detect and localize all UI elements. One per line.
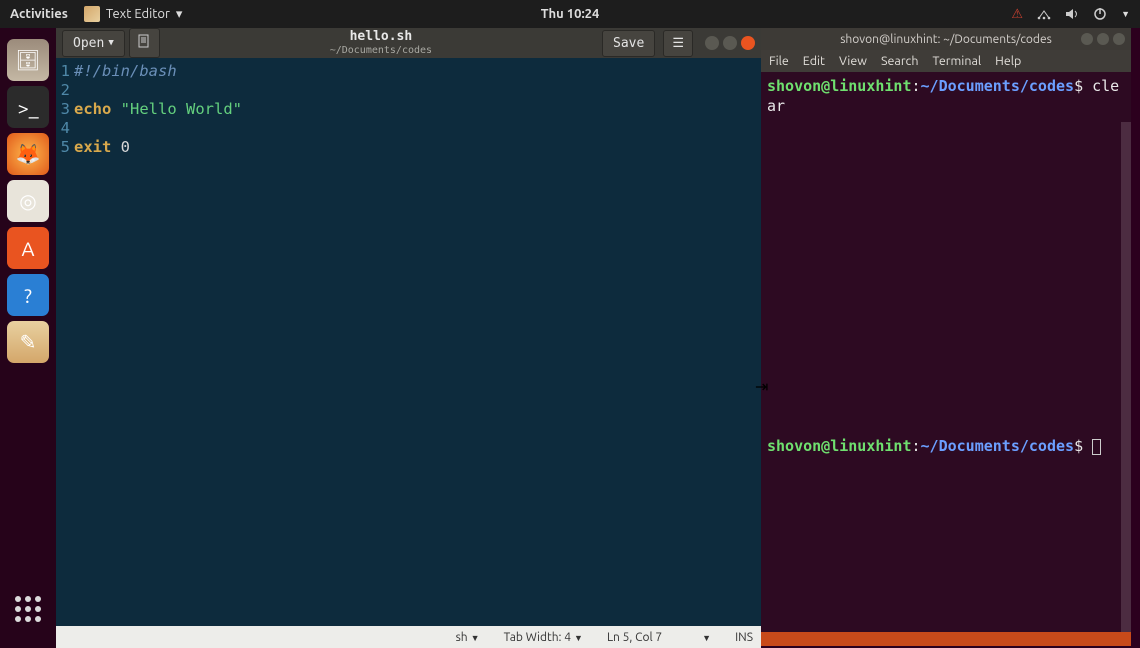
maximize-button[interactable]: [1097, 33, 1109, 45]
volume-icon: [1065, 7, 1079, 22]
warning-icon: ⚠: [1011, 7, 1023, 22]
system-tray[interactable]: ⚠ ▼: [1011, 7, 1130, 22]
menu-file[interactable]: File: [769, 54, 789, 68]
prompt-path: ~/Documents/codes: [921, 77, 1075, 95]
line-number: 5: [56, 138, 74, 157]
chevron-down-icon: ▾: [176, 7, 183, 22]
menu-view[interactable]: View: [839, 54, 867, 68]
line-number: 2: [56, 81, 74, 100]
top-panel: Activities Text Editor ▾ Thu 10:24 ⚠ ▼: [0, 0, 1140, 28]
code-line: 2: [56, 81, 761, 100]
open-button[interactable]: Open ▼: [62, 30, 125, 57]
menu-help[interactable]: Help: [995, 54, 1021, 68]
title-area: hello.sh ~/Documents/codes: [160, 30, 602, 55]
minimize-button[interactable]: [705, 36, 719, 50]
line-number: 3: [56, 100, 74, 119]
prompt-path: ~/Documents/codes: [921, 437, 1075, 455]
launcher-files[interactable]: 🗄: [7, 39, 49, 81]
line-number: 4: [56, 119, 74, 138]
app-menu-label: Text Editor: [106, 7, 170, 21]
line-number: 1: [56, 62, 74, 81]
close-button[interactable]: [741, 36, 755, 50]
open-label: Open: [73, 36, 104, 51]
code-line: 5exit 0: [56, 138, 761, 157]
text-editor-window: Open ▼ hello.sh ~/Documents/codes Save ☰…: [56, 28, 761, 648]
chevron-down-icon: ▼: [108, 38, 113, 48]
code-content: echo "Hello World": [74, 100, 242, 119]
terminal-line: ar: [767, 96, 1125, 116]
network-icon: [1037, 7, 1051, 22]
launcher-firefox[interactable]: 🦊: [7, 133, 49, 175]
code-content: exit 0: [74, 138, 130, 157]
launcher-help[interactable]: ?: [7, 274, 49, 316]
code-line: 1#!/bin/bash: [56, 62, 761, 81]
hamburger-icon: ☰: [672, 36, 684, 51]
terminal-cursor: [1092, 439, 1101, 455]
grid-icon: [15, 596, 41, 622]
terminal-body[interactable]: shovon@linuxhint:~/Documents/codes$ cle …: [761, 72, 1131, 646]
app-menu[interactable]: Text Editor ▾: [84, 6, 183, 22]
editor-headerbar: Open ▼ hello.sh ~/Documents/codes Save ☰: [56, 28, 761, 58]
save-button[interactable]: Save: [602, 30, 655, 57]
minimize-button[interactable]: [1081, 33, 1093, 45]
dock: 🗄 >_ 🦊 ◎ A? ✎: [0, 28, 56, 648]
filename: hello.sh: [160, 30, 602, 44]
maximize-button[interactable]: [723, 36, 737, 50]
app-menu-icon: [84, 6, 100, 22]
tabwidth-selector[interactable]: Tab Width: 4▼: [504, 631, 583, 644]
launcher-gedit[interactable]: ✎: [7, 321, 49, 363]
menu-edit[interactable]: Edit: [803, 54, 825, 68]
launcher-software[interactable]: A: [7, 227, 49, 269]
code-line: 3echo "Hello World": [56, 100, 761, 119]
terminal-line: shovon@linuxhint:~/Documents/codes$ cle: [767, 76, 1125, 96]
menu-search[interactable]: Search: [881, 54, 919, 68]
clock[interactable]: Thu 10:24: [541, 7, 600, 21]
terminal-command: cle: [1083, 77, 1119, 95]
show-apps-button[interactable]: [7, 588, 49, 630]
terminal-titlebar: shovon@linuxhint: ~/Documents/codes: [761, 28, 1131, 50]
resize-cursor-icon: ⇥: [755, 377, 768, 396]
document-icon: [138, 34, 151, 52]
prompt-user: shovon@linuxhint: [767, 77, 912, 95]
new-document-button[interactable]: [129, 28, 160, 58]
code-line: 4: [56, 119, 761, 138]
cursor-position[interactable]: Ln 5, Col 7▼: [607, 631, 711, 644]
terminal-menubar: File Edit View Search Terminal Help: [761, 50, 1131, 72]
insert-mode[interactable]: INS: [735, 631, 753, 644]
filepath: ~/Documents/codes: [160, 45, 602, 56]
language-selector[interactable]: sh▼: [456, 631, 480, 644]
prompt-user: shovon@linuxhint: [767, 437, 912, 455]
hamburger-menu-button[interactable]: ☰: [663, 30, 693, 57]
chevron-down-icon: ▼: [1121, 9, 1130, 19]
terminal-line: shovon@linuxhint:~/Documents/codes$: [767, 436, 1125, 456]
terminal-title: shovon@linuxhint: ~/Documents/codes: [840, 33, 1052, 46]
terminal-window: shovon@linuxhint: ~/Documents/codes File…: [761, 28, 1131, 646]
terminal-scrollbar[interactable]: [1121, 122, 1131, 636]
bottom-accent: [761, 632, 1131, 646]
launcher-rhythmbox[interactable]: ◎: [7, 180, 49, 222]
editor-textarea[interactable]: 1#!/bin/bash23echo "Hello World"45exit 0: [56, 58, 761, 626]
launcher-terminal[interactable]: >_: [7, 86, 49, 128]
activities-button[interactable]: Activities: [10, 7, 68, 21]
power-icon: [1093, 7, 1107, 22]
close-button[interactable]: [1113, 33, 1125, 45]
editor-statusbar: sh▼ Tab Width: 4▼ Ln 5, Col 7▼ INS: [56, 626, 761, 648]
code-content: #!/bin/bash: [74, 62, 177, 81]
menu-terminal[interactable]: Terminal: [933, 54, 982, 68]
